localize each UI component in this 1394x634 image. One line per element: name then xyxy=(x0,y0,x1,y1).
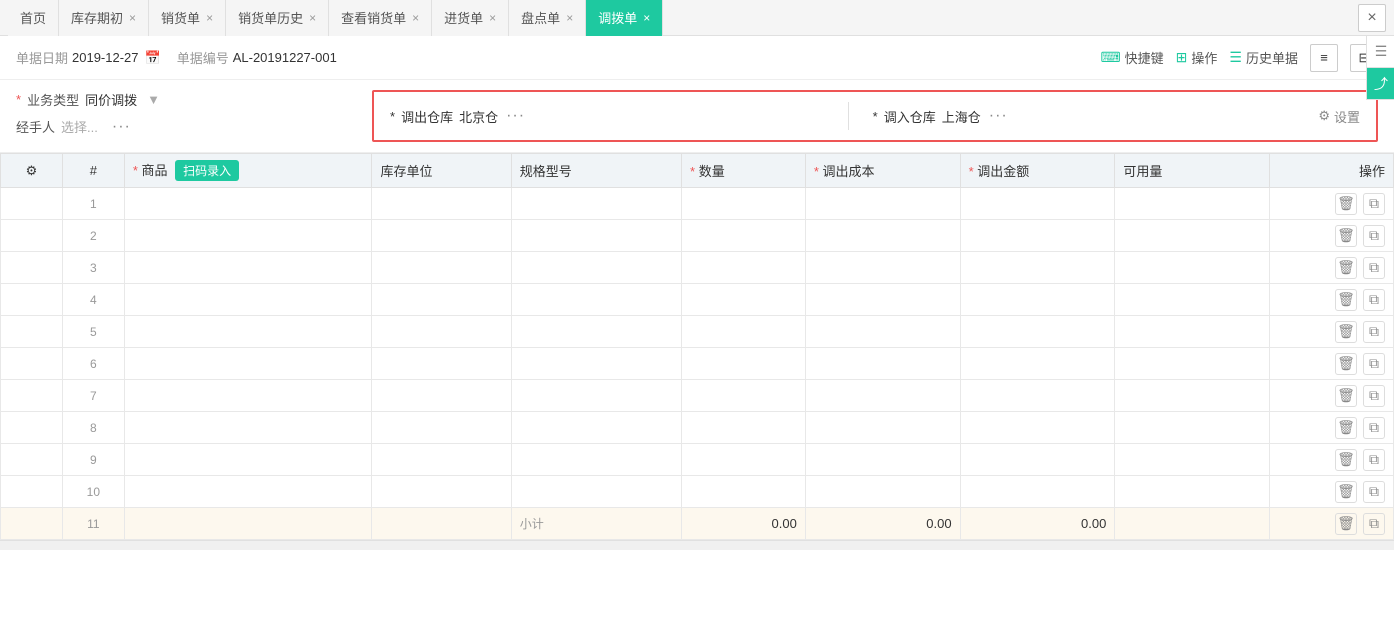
copy-icon[interactable]: ⧉ xyxy=(1363,289,1385,311)
warehouse-out-more-btn[interactable]: ··· xyxy=(506,107,525,125)
tab-close-stocktake[interactable]: × xyxy=(566,11,573,25)
manager-field: 经手人 选择... ··· xyxy=(16,117,356,136)
gear-icon: ⚙ xyxy=(1318,108,1330,124)
table-area: ⚙ # * 商品 扫码录入 库存单位 规格型号 * 数量 * xyxy=(0,153,1394,634)
calendar-icon[interactable]: 📅 xyxy=(145,50,161,66)
tab-transfer[interactable]: 调拨单 × xyxy=(586,0,663,36)
tab-view-sale-order[interactable]: 查看销货单 × xyxy=(329,0,432,36)
warehouse-divider xyxy=(848,102,849,130)
delete-icon[interactable]: 🗑 xyxy=(1335,513,1357,535)
delete-icon[interactable]: 🗑 xyxy=(1335,321,1357,343)
copy-icon[interactable]: ⧉ xyxy=(1363,481,1385,503)
table-row: 2 🗑 ⧉ xyxy=(1,220,1394,252)
delete-icon[interactable]: 🗑 xyxy=(1335,193,1357,215)
delete-icon[interactable]: 🗑 xyxy=(1335,289,1357,311)
right-sidebar: ☰ ⤴ xyxy=(1366,36,1394,100)
tab-inventory-init[interactable]: 库存期初 × xyxy=(59,0,149,36)
header-qty: * 数量 xyxy=(682,154,806,188)
header-amount: * 调出金额 xyxy=(960,154,1115,188)
tab-close-sale-history[interactable]: × xyxy=(309,11,316,25)
header-cost: * 调出成本 xyxy=(805,154,960,188)
table-row: 6 🗑 ⧉ xyxy=(1,348,1394,380)
horizontal-scrollbar[interactable] xyxy=(0,540,1394,550)
tab-home[interactable]: 首页 xyxy=(8,0,59,36)
operation-action[interactable]: ⊞ 操作 xyxy=(1176,48,1218,67)
grid-icon: ⊞ xyxy=(1176,49,1188,66)
table-row: 7 🗑 ⧉ xyxy=(1,380,1394,412)
table-row: 3 🗑 ⧉ xyxy=(1,252,1394,284)
tab-bar-close-btn[interactable]: × xyxy=(1358,4,1386,32)
number-field: 单据编号 AL-20191227-001 xyxy=(177,48,337,67)
tab-sale-history[interactable]: 销货单历史 × xyxy=(226,0,329,36)
warehouse-form-panel: * 调出仓库 北京仓 ··· * 调入仓库 上海仓 ··· ⚙ 设置 xyxy=(372,90,1378,142)
copy-icon[interactable]: ⧉ xyxy=(1363,353,1385,375)
tab-close-sale-order[interactable]: × xyxy=(206,11,213,25)
tab-close-view-sale-order[interactable]: × xyxy=(412,11,419,25)
header-num: # xyxy=(62,154,124,188)
table-row: 5 🗑 ⧉ xyxy=(1,316,1394,348)
gear-icon: ⚙ xyxy=(26,163,38,178)
table-row: 8 🗑 ⧉ xyxy=(1,412,1394,444)
delete-icon[interactable]: 🗑 xyxy=(1335,417,1357,439)
delete-icon[interactable]: 🗑 xyxy=(1335,257,1357,279)
main-content: 单据日期 2019-12-27 📅 单据编号 AL-20191227-001 ⌨… xyxy=(0,36,1394,634)
sidebar-expand-icon[interactable]: ⤴ xyxy=(1367,68,1394,100)
warehouse-out-section: * 调出仓库 北京仓 ··· xyxy=(390,107,824,126)
transfer-table: ⚙ # * 商品 扫码录入 库存单位 规格型号 * 数量 * xyxy=(0,153,1394,540)
copy-icon[interactable]: ⧉ xyxy=(1363,385,1385,407)
tab-bar: 首页 库存期初 × 销货单 × 销货单历史 × 查看销货单 × 进货单 × 盘点… xyxy=(0,0,1394,36)
date-field: 单据日期 2019-12-27 📅 xyxy=(16,48,161,67)
toolbar-actions: ⌨ 快捷键 ⊞ 操作 ☰ 历史单据 ≡ ⊟ xyxy=(1100,44,1378,72)
business-type-dropdown[interactable]: ▼ xyxy=(147,92,160,107)
copy-icon[interactable]: ⧉ xyxy=(1363,513,1385,535)
business-type-field: * 业务类型 同价调拨 ▼ xyxy=(16,90,356,109)
header-avail: 可用量 xyxy=(1115,154,1270,188)
delete-icon[interactable]: 🗑 xyxy=(1335,225,1357,247)
copy-icon[interactable]: ⧉ xyxy=(1363,193,1385,215)
tab-close-transfer[interactable]: × xyxy=(643,11,650,25)
scan-btn[interactable]: 扫码录入 xyxy=(175,160,239,181)
copy-icon[interactable]: ⧉ xyxy=(1363,321,1385,343)
table-row: 10 🗑 ⧉ xyxy=(1,476,1394,508)
delete-icon[interactable]: 🗑 xyxy=(1335,353,1357,375)
header-action: 操作 xyxy=(1270,154,1394,188)
tab-close-purchase-order[interactable]: × xyxy=(489,11,496,25)
warehouse-in-more-btn[interactable]: ··· xyxy=(989,107,1008,125)
copy-icon[interactable]: ⧉ xyxy=(1363,257,1385,279)
form-left: * 业务类型 同价调拨 ▼ 经手人 选择... ··· xyxy=(16,90,356,136)
copy-icon[interactable]: ⧉ xyxy=(1363,417,1385,439)
header-goods: * 商品 扫码录入 xyxy=(124,154,372,188)
header-spec: 规格型号 xyxy=(511,154,681,188)
delete-icon[interactable]: 🗑 xyxy=(1335,449,1357,471)
history-action[interactable]: ☰ 历史单据 xyxy=(1229,48,1298,67)
table-row: 11 小计 0.00 0.00 0.00 🗑 ⧉ xyxy=(1,508,1394,540)
shortcut-action[interactable]: ⌨ 快捷键 xyxy=(1100,48,1163,67)
form-area: * 业务类型 同价调拨 ▼ 经手人 选择... ··· * 调出仓库 北京仓 ·… xyxy=(0,80,1394,153)
tab-sale-order[interactable]: 销货单 × xyxy=(149,0,226,36)
keyboard-icon: ⌨ xyxy=(1100,49,1120,66)
table-row: 9 🗑 ⧉ xyxy=(1,444,1394,476)
tab-stocktake[interactable]: 盘点单 × xyxy=(509,0,586,36)
delete-icon[interactable]: 🗑 xyxy=(1335,385,1357,407)
manager-more-btn[interactable]: ··· xyxy=(112,118,131,136)
copy-icon[interactable]: ⧉ xyxy=(1363,449,1385,471)
warehouse-in-section: * 调入仓库 上海仓 ··· xyxy=(873,107,1307,126)
sidebar-note-icon[interactable]: ☰ xyxy=(1367,36,1394,68)
tab-close-inventory-init[interactable]: × xyxy=(129,11,136,25)
settings-btn[interactable]: ⚙ 设置 xyxy=(1318,107,1360,126)
header-unit: 库存单位 xyxy=(372,154,511,188)
table-row: 4 🗑 ⧉ xyxy=(1,284,1394,316)
toolbar-row: 单据日期 2019-12-27 📅 单据编号 AL-20191227-001 ⌨… xyxy=(0,36,1394,80)
table-row: 1 🗑 ⧉ xyxy=(1,188,1394,220)
delete-icon[interactable]: 🗑 xyxy=(1335,481,1357,503)
list-icon: ☰ xyxy=(1229,49,1242,66)
table-header-row: ⚙ # * 商品 扫码录入 库存单位 规格型号 * 数量 * xyxy=(1,154,1394,188)
copy-icon[interactable]: ⧉ xyxy=(1363,225,1385,247)
tab-purchase-order[interactable]: 进货单 × xyxy=(432,0,509,36)
layout-btn-1[interactable]: ≡ xyxy=(1310,44,1338,72)
header-gear[interactable]: ⚙ xyxy=(1,154,63,188)
